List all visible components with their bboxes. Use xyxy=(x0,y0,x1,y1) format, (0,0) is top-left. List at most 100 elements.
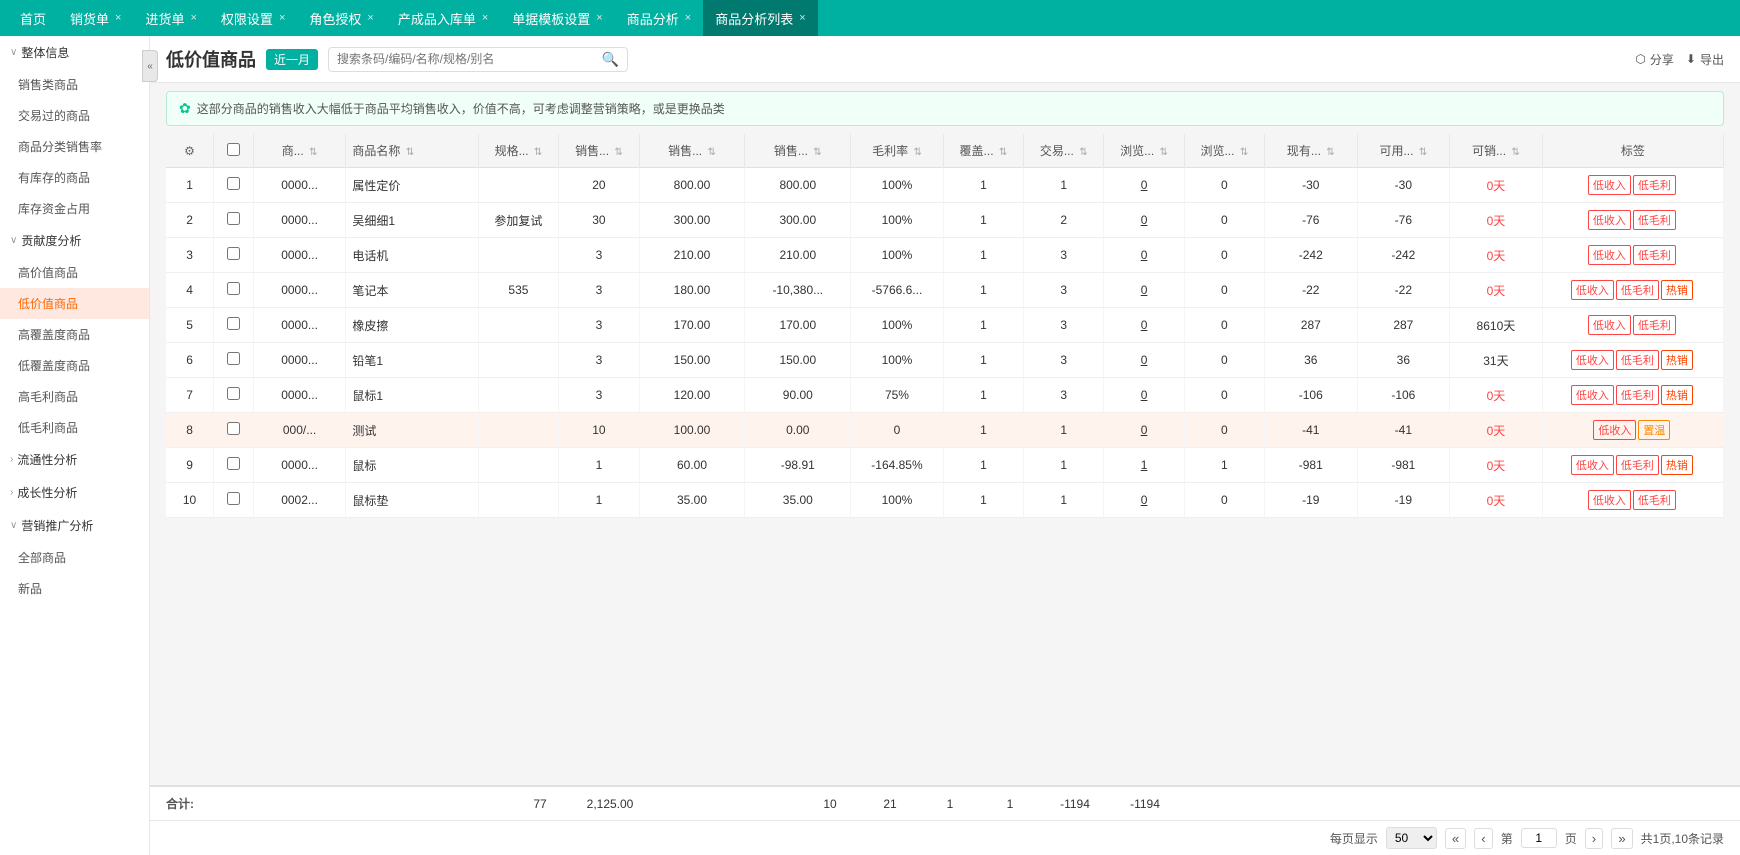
sidebar-item-low-value[interactable]: 低价值商品 xyxy=(0,288,149,319)
sidebar-item-low-margin[interactable]: 低毛利商品 xyxy=(0,412,149,443)
sidebar-group-flow[interactable]: › 流通性分析 xyxy=(0,443,149,476)
row-checkbox[interactable] xyxy=(227,492,240,505)
sales-amt-column-header[interactable]: 销售... ⇅ xyxy=(639,134,745,168)
sidebar-item-high-margin[interactable]: 高毛利商品 xyxy=(0,381,149,412)
row-checkbox-cell[interactable] xyxy=(214,308,254,343)
nav-close-permission[interactable]: × xyxy=(279,12,285,24)
browse1-value[interactable]: 0 xyxy=(1141,423,1148,437)
sidebar-item-traded-goods[interactable]: 交易过的商品 xyxy=(0,100,149,131)
sidebar-item-all-goods[interactable]: 全部商品 xyxy=(0,542,149,573)
nav-product-analysis[interactable]: 商品分析 × xyxy=(615,0,703,36)
row-checkbox-cell[interactable] xyxy=(214,343,254,378)
sidebar-item-stock-goods[interactable]: 有库存的商品 xyxy=(0,162,149,193)
sidebar-item-high-value[interactable]: 高价值商品 xyxy=(0,257,149,288)
row-checkbox[interactable] xyxy=(227,352,240,365)
nav-close-sales[interactable]: × xyxy=(115,12,121,24)
row-checkbox[interactable] xyxy=(227,387,240,400)
last-page-button[interactable]: » xyxy=(1611,828,1632,849)
row-checkbox[interactable] xyxy=(227,282,240,295)
sidebar-item-stock-capital[interactable]: 库存资金占用 xyxy=(0,193,149,224)
sidebar-item-category-rate[interactable]: 商品分类销售率 xyxy=(0,131,149,162)
trade-column-header[interactable]: 交易... ⇅ xyxy=(1024,134,1104,168)
row-checkbox[interactable] xyxy=(227,457,240,470)
row-browse1-cell: 0 xyxy=(1104,238,1184,273)
nav-role[interactable]: 角色授权 × xyxy=(297,0,385,36)
browse1-value[interactable]: 0 xyxy=(1141,248,1148,262)
row-checkbox-cell[interactable] xyxy=(214,238,254,273)
export-button[interactable]: ⬇ 导出 xyxy=(1686,51,1724,68)
time-badge[interactable]: 近一月 xyxy=(266,49,318,70)
row-checkbox-cell[interactable] xyxy=(214,413,254,448)
row-checkbox-cell[interactable] xyxy=(214,448,254,483)
nav-home[interactable]: 首页 xyxy=(8,0,58,36)
code-column-header[interactable]: 商... ⇅ xyxy=(253,134,346,168)
nav-close-role[interactable]: × xyxy=(367,12,373,24)
sidebar-item-sales-goods[interactable]: 销售类商品 xyxy=(0,69,149,100)
nav-product-in[interactable]: 产成品入库单 × xyxy=(386,0,500,36)
sales-qty-column-header[interactable]: 销售... ⇅ xyxy=(559,134,639,168)
nav-close-product-analysis[interactable]: × xyxy=(685,12,691,24)
browse2-column-header[interactable]: 浏览... ⇅ xyxy=(1184,134,1264,168)
nav-close-analysis-list[interactable]: × xyxy=(799,12,805,24)
search-input[interactable] xyxy=(337,52,602,66)
browse1-value[interactable]: 1 xyxy=(1141,458,1148,472)
share-button[interactable]: ⬡ 分享 xyxy=(1635,51,1674,68)
row-checkbox[interactable] xyxy=(227,247,240,260)
row-checkbox-cell[interactable] xyxy=(214,273,254,308)
margin-column-header[interactable]: 毛利率 ⇅ xyxy=(851,134,944,168)
sidebar-group-contribution[interactable]: ∨ 贡献度分析 xyxy=(0,224,149,257)
per-page-select[interactable]: 50 100 200 xyxy=(1386,827,1437,849)
sidebar-item-new-goods[interactable]: 新品 xyxy=(0,573,149,604)
nav-permission[interactable]: 权限设置 × xyxy=(209,0,297,36)
prev-page-button[interactable]: ‹ xyxy=(1474,828,1492,849)
nav-close-product-in[interactable]: × xyxy=(482,12,488,24)
browse1-value[interactable]: 0 xyxy=(1141,493,1148,507)
avail-column-header[interactable]: 可用... ⇅ xyxy=(1357,134,1450,168)
sidebar-item-low-coverage[interactable]: 低覆盖度商品 xyxy=(0,350,149,381)
settings-column-header[interactable]: ⚙ xyxy=(166,134,214,168)
sidebar-group-growth[interactable]: › 成长性分析 xyxy=(0,476,149,509)
row-checkbox-cell[interactable] xyxy=(214,168,254,203)
spec-column-header[interactable]: 规格... ⇅ xyxy=(478,134,559,168)
stock-column-header[interactable]: 现有... ⇅ xyxy=(1265,134,1358,168)
next-page-button[interactable]: › xyxy=(1585,828,1603,849)
sidebar-item-high-coverage[interactable]: 高覆盖度商品 xyxy=(0,319,149,350)
row-checkbox-cell[interactable] xyxy=(214,378,254,413)
first-page-button[interactable]: « xyxy=(1445,828,1466,849)
sidebar-group-overall[interactable]: ∨ 整体信息 xyxy=(0,36,149,69)
sales-avg-column-header[interactable]: 销售... ⇅ xyxy=(745,134,851,168)
browse1-value[interactable]: 0 xyxy=(1141,388,1148,402)
cover-column-header[interactable]: 覆盖... ⇅ xyxy=(943,134,1023,168)
row-code: 0000... xyxy=(253,238,346,273)
sidebar-collapse-button[interactable]: « xyxy=(142,50,158,82)
tag-badge: 低毛利 xyxy=(1616,350,1659,370)
browse1-value[interactable]: 0 xyxy=(1141,283,1148,297)
nav-close-purchase[interactable]: × xyxy=(190,12,196,24)
search-icon[interactable]: 🔍 xyxy=(602,51,619,68)
row-stock: -76 xyxy=(1265,203,1358,238)
browse1-value[interactable]: 0 xyxy=(1141,178,1148,192)
nav-sales[interactable]: 销货单 × xyxy=(58,0,133,36)
nav-purchase[interactable]: 进货单 × xyxy=(133,0,208,36)
select-all-checkbox[interactable] xyxy=(227,143,240,156)
nav-template[interactable]: 单据模板设置 × xyxy=(500,0,614,36)
row-checkbox-cell[interactable] xyxy=(214,203,254,238)
row-checkbox-cell[interactable] xyxy=(214,483,254,518)
sellable-column-header[interactable]: 可销... ⇅ xyxy=(1450,134,1543,168)
page-input[interactable] xyxy=(1521,828,1557,848)
browse1-value[interactable]: 0 xyxy=(1141,213,1148,227)
row-checkbox[interactable] xyxy=(227,212,240,225)
row-checkbox[interactable] xyxy=(227,177,240,190)
row-checkbox[interactable] xyxy=(227,317,240,330)
sidebar-group-marketing[interactable]: ∨ 营销推广分析 xyxy=(0,509,149,542)
browse1-column-header[interactable]: 浏览... ⇅ xyxy=(1104,134,1184,168)
browse1-value[interactable]: 0 xyxy=(1141,353,1148,367)
row-margin: 75% xyxy=(851,378,944,413)
nav-close-template[interactable]: × xyxy=(596,12,602,24)
name-column-header[interactable]: 商品名称 ⇅ xyxy=(346,134,478,168)
row-sales-qty: 1 xyxy=(559,448,639,483)
row-checkbox[interactable] xyxy=(227,422,240,435)
row-stock: -981 xyxy=(1265,448,1358,483)
nav-analysis-list[interactable]: 商品分析列表 × xyxy=(703,0,817,36)
browse1-value[interactable]: 0 xyxy=(1141,318,1148,332)
